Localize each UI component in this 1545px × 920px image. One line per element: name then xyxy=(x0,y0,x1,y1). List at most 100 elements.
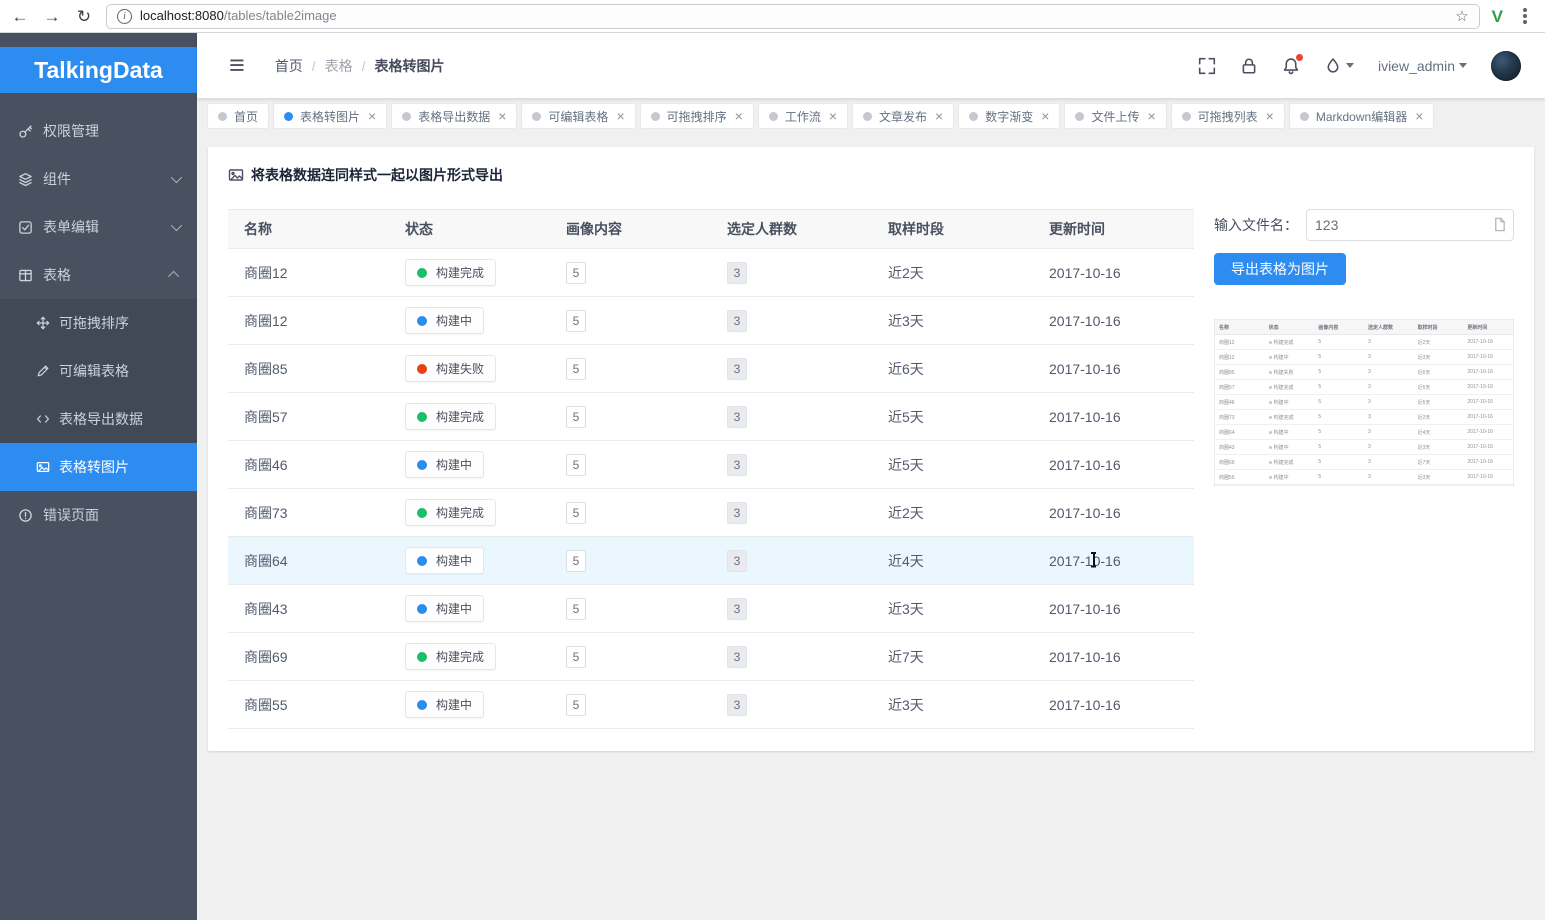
tab-label: 可编辑表格 xyxy=(548,109,609,124)
tab-close-icon[interactable]: × xyxy=(498,109,506,123)
cell-content: 5 xyxy=(550,453,711,476)
preview-status-dot-icon xyxy=(1268,385,1272,389)
preview-status-dot-icon xyxy=(1268,430,1272,434)
table-row[interactable]: 商圈12 构建完成 5 3 近2天 2017-10-16 xyxy=(228,249,1194,297)
breadcrumb-home[interactable]: 首页 xyxy=(275,56,303,76)
table-row[interactable]: 商圈64 构建中 5 3 近4天 2017-10-16 xyxy=(228,537,1194,585)
preview-cell-content: 5 xyxy=(1318,354,1322,360)
lock-button[interactable] xyxy=(1240,57,1258,75)
column-header: 画像内容 xyxy=(566,221,622,237)
page-tab[interactable]: 工作流 × xyxy=(757,103,849,129)
forward-icon[interactable]: → xyxy=(42,8,62,25)
filename-label: 输入文件名： xyxy=(1214,217,1298,233)
cell-name: 商圈43 xyxy=(244,600,288,617)
filename-input[interactable] xyxy=(1306,209,1514,241)
cell-updated: 2017-10-16 xyxy=(1049,312,1121,329)
preview-status-label: 构建中 xyxy=(1273,399,1289,406)
preview-cell-count: 3 xyxy=(1368,429,1371,435)
sidebar-item-form-edit[interactable]: 表单编辑 xyxy=(0,203,197,251)
page-info-icon[interactable]: i xyxy=(117,8,132,24)
cell-updated: 2017-10-16 xyxy=(1049,408,1121,425)
url-host: localhost:8080 xyxy=(140,8,224,23)
tab-close-icon[interactable]: × xyxy=(368,109,376,123)
bookmark-star-icon[interactable]: ☆ xyxy=(1455,7,1468,25)
sidebar-item-error-page[interactable]: 错误页面 xyxy=(0,491,197,539)
theme-button[interactable] xyxy=(1324,57,1354,75)
export-panel: 输入文件名： 导出表格为图片 xyxy=(1214,209,1514,486)
cell-content: 5 xyxy=(550,645,711,668)
tab-dot-icon xyxy=(532,111,542,121)
preview-status-label: 构建中 xyxy=(1273,429,1289,436)
avatar[interactable] xyxy=(1491,50,1521,81)
breadcrumb-section[interactable]: 表格 xyxy=(325,56,353,76)
page-tab[interactable]: 文章发布 × xyxy=(852,103,955,129)
export-table-button[interactable]: 导出表格为图片 xyxy=(1214,253,1346,285)
table-row[interactable]: 商圈12 构建中 5 3 近3天 2017-10-16 xyxy=(228,297,1194,345)
cell-content: 5 xyxy=(550,549,711,572)
tab-label: 可拖拽排序 xyxy=(666,109,727,124)
preview-cell-status: 构建完成 xyxy=(1265,459,1315,466)
cell-status: 构建中 xyxy=(389,691,550,718)
fullscreen-button[interactable] xyxy=(1198,57,1216,75)
preview-status-dot-icon xyxy=(1268,415,1272,419)
preview-row: 商圈69 构建完成 5 3 近7天 2017-10-16 xyxy=(1215,455,1513,470)
page-tab[interactable]: 可编辑表格 × xyxy=(521,103,636,129)
tab-close-icon[interactable]: × xyxy=(1041,109,1049,123)
table-row[interactable]: 商圈73 构建完成 5 3 近2天 2017-10-16 xyxy=(228,489,1194,537)
table-row[interactable]: 商圈57 构建完成 5 3 近5天 2017-10-16 xyxy=(228,393,1194,441)
sidebar-item-table-to-image[interactable]: 表格转图片 xyxy=(0,443,197,491)
tab-close-icon[interactable]: × xyxy=(616,109,624,123)
extension-icon[interactable]: V xyxy=(1492,8,1503,25)
preview-status-dot-icon xyxy=(1268,370,1272,374)
user-menu[interactable]: iview_admin xyxy=(1378,58,1467,74)
browser-menu-icon[interactable] xyxy=(1523,14,1527,18)
page-tab[interactable]: 首页 × xyxy=(207,103,270,129)
tab-close-icon[interactable]: × xyxy=(935,109,943,123)
tab-close-icon[interactable]: × xyxy=(1266,109,1274,123)
preview-status-label: 构建完成 xyxy=(1273,459,1294,466)
page-tab[interactable]: 可拖拽列表 × xyxy=(1170,103,1285,129)
tab-close-icon[interactable]: × xyxy=(735,109,743,123)
page-tab[interactable]: 数字渐变 × xyxy=(958,103,1061,129)
cell-updated: 2017-10-16 xyxy=(1049,552,1121,569)
app-logo[interactable]: TalkingData xyxy=(0,47,197,93)
cell-period: 近2天 xyxy=(888,264,924,281)
preview-cell-content: 5 xyxy=(1318,474,1322,480)
preview-status-label: 构建中 xyxy=(1273,354,1289,361)
url-bar[interactable]: i localhost:8080/tables/table2image ☆ xyxy=(106,3,1480,29)
content-area: 将表格数据连同样式一起以图片形式导出 名称 状态 画像内容 选定人群数 取样时段… xyxy=(197,134,1545,920)
notifications-button[interactable] xyxy=(1282,53,1303,75)
table-row[interactable]: 商圈69 构建完成 5 3 近7天 2017-10-16 xyxy=(228,633,1194,681)
sidebar-item-permissions[interactable]: 权限管理 xyxy=(0,107,197,155)
sidebar-item-table-export-data[interactable]: 表格导出数据 xyxy=(0,395,197,443)
status-label: 构建完成 xyxy=(436,650,485,664)
preview-status-label: 构建完成 xyxy=(1273,339,1294,346)
sidebar-item-tables[interactable]: 表格 xyxy=(0,251,197,299)
preview-cell-count: 3 xyxy=(1368,339,1371,345)
status-badge: 构建中 xyxy=(405,547,485,574)
page-tab[interactable]: 表格转图片 × xyxy=(273,103,388,129)
page-tab[interactable]: 表格导出数据 × xyxy=(391,103,518,129)
move-icon xyxy=(36,316,50,330)
sidebar-item-label: 可编辑表格 xyxy=(59,363,129,379)
table-row[interactable]: 商圈43 构建中 5 3 近3天 2017-10-16 xyxy=(228,585,1194,633)
cell-people-count: 3 xyxy=(711,501,872,524)
page-tab[interactable]: 可拖拽排序 × xyxy=(639,103,754,129)
preview-cell-name: 商圈12 xyxy=(1219,354,1235,361)
page-tab[interactable]: 文件上传 × xyxy=(1064,103,1167,129)
sidebar-item-drag-sort[interactable]: 可拖拽排序 xyxy=(0,299,197,347)
table-row[interactable]: 商圈55 构建中 5 3 近3天 2017-10-16 xyxy=(228,681,1194,729)
tab-close-icon[interactable]: × xyxy=(829,109,837,123)
table-row[interactable]: 商圈46 构建中 5 3 近5天 2017-10-16 xyxy=(228,441,1194,489)
hamburger-menu-icon[interactable]: ≡ xyxy=(229,52,245,79)
back-icon[interactable]: ← xyxy=(10,8,30,25)
cell-period: 近3天 xyxy=(888,696,924,713)
tab-close-icon[interactable]: × xyxy=(1415,109,1423,123)
sidebar-item-components[interactable]: 组件 xyxy=(0,155,197,203)
sidebar-item-editable-table[interactable]: 可编辑表格 xyxy=(0,347,197,395)
status-label: 构建中 xyxy=(436,458,473,472)
page-tab[interactable]: Markdown编辑器 × xyxy=(1288,103,1435,129)
table-row[interactable]: 商圈85 构建失败 5 3 近6天 2017-10-16 xyxy=(228,345,1194,393)
refresh-icon[interactable]: ↻ xyxy=(74,8,94,25)
tab-close-icon[interactable]: × xyxy=(1147,109,1155,123)
